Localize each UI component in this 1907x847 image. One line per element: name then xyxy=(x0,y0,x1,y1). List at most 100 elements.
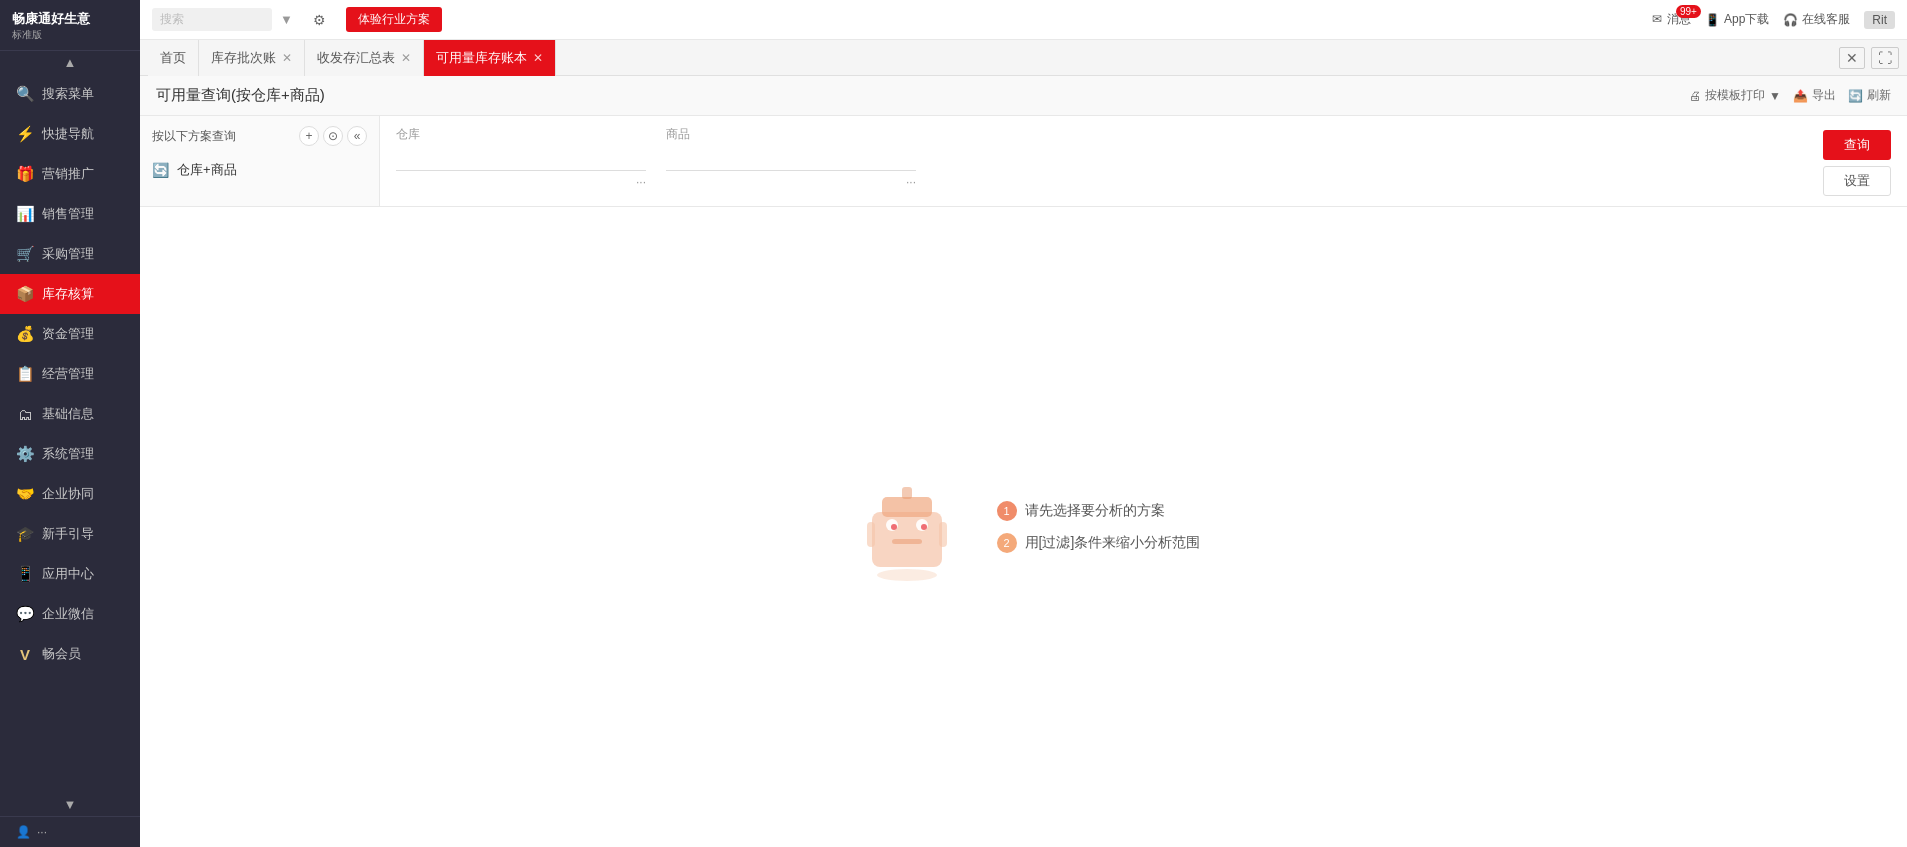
sidebar-scroll-down[interactable]: ▼ xyxy=(0,793,140,816)
main-area: 搜索 ▼ ⚙ 体验行业方案 ✉ 消息 99+ 📱 App下载 🎧 在线客服 Ri… xyxy=(140,0,1907,847)
search-text: 搜索 xyxy=(160,12,184,26)
shortcut-icon: ⚡ xyxy=(16,125,34,143)
tab-inventory-summary-close[interactable]: ✕ xyxy=(401,51,411,65)
search-box: 搜索 xyxy=(152,8,272,31)
print-btn[interactable]: 🖨 按模板打印 ▼ xyxy=(1689,87,1781,104)
svg-rect-9 xyxy=(939,522,947,547)
sales-icon: 📊 xyxy=(16,205,34,223)
sidebar: 畅康通好生意 标准版 ▲ 🔍 搜索菜单 ⚡ 快捷导航 🎁 营销推广 📊 销售管理… xyxy=(0,0,140,847)
sidebar-item-marketing[interactable]: 🎁 营销推广 xyxy=(0,154,140,194)
settings-scheme-btn[interactable]: ⊙ xyxy=(323,126,343,146)
tab-maximize-btn[interactable]: ⛶ xyxy=(1871,47,1899,69)
sidebar-item-wechat[interactable]: 💬 企业微信 xyxy=(0,594,140,634)
header-settings-btn[interactable]: ⚙ xyxy=(301,8,338,32)
sidebar-nav: 🔍 搜索菜单 ⚡ 快捷导航 🎁 营销推广 📊 销售管理 🛒 采购管理 📦 库存核… xyxy=(0,74,140,793)
export-label: 导出 xyxy=(1812,87,1836,104)
headset-icon: 🎧 xyxy=(1783,13,1798,27)
tab-available-ledger[interactable]: 可用量库存账本 ✕ xyxy=(424,40,556,76)
sidebar-label-finance: 资金管理 xyxy=(42,325,94,343)
query-settings-btn[interactable]: 设置 xyxy=(1823,166,1891,196)
sidebar-item-purchase[interactable]: 🛒 采购管理 xyxy=(0,234,140,274)
step2-num: 2 xyxy=(997,533,1017,553)
hint1-text: 请先选择要分析的方案 xyxy=(1025,502,1165,520)
collapse-scheme-btn[interactable]: « xyxy=(347,126,367,146)
page-title-bar: 可用量查询(按仓库+商品) 🖨 按模板打印 ▼ 📤 导出 🔄 刷新 xyxy=(140,76,1907,116)
sidebar-item-base[interactable]: 🗂 基础信息 xyxy=(0,394,140,434)
dropdown-arrow-icon[interactable]: ▼ xyxy=(280,12,293,27)
page-content: 可用量查询(按仓库+商品) 🖨 按模板打印 ▼ 📤 导出 🔄 刷新 xyxy=(140,76,1907,847)
svg-rect-2 xyxy=(902,487,912,499)
sidebar-item-appcenter[interactable]: 📱 应用中心 xyxy=(0,554,140,594)
app-download-label: App下载 xyxy=(1724,11,1769,28)
header-left: 搜索 ▼ ⚙ 体验行业方案 xyxy=(152,7,442,32)
scheme-label: 仓库+商品 xyxy=(177,161,237,179)
tab-available-ledger-close[interactable]: ✕ xyxy=(533,51,543,65)
sidebar-item-operation[interactable]: 📋 经营管理 xyxy=(0,354,140,394)
sidebar-scroll-up[interactable]: ▲ xyxy=(0,51,140,74)
inventory-icon: 📦 xyxy=(16,285,34,303)
refresh-btn[interactable]: 🔄 刷新 xyxy=(1848,87,1891,104)
warehouse-input[interactable] xyxy=(396,147,646,171)
sidebar-item-member[interactable]: V 畅会员 xyxy=(0,634,140,674)
messages-container[interactable]: ✉ 消息 99+ xyxy=(1652,11,1691,28)
hint2-text: 用[过滤]条件来缩小分析范围 xyxy=(1025,534,1201,552)
sidebar-label-member: 畅会员 xyxy=(42,645,81,663)
industry-btn[interactable]: 体验行业方案 xyxy=(346,7,442,32)
sidebar-label-base: 基础信息 xyxy=(42,405,94,423)
sidebar-item-enterprise[interactable]: 🤝 企业协同 xyxy=(0,474,140,514)
svg-point-6 xyxy=(921,524,927,530)
app-version: 标准版 xyxy=(12,28,128,42)
scheme-warehouse-goods[interactable]: 🔄 仓库+商品 xyxy=(140,154,379,186)
page-title: 可用量查询(按仓库+商品) xyxy=(156,86,325,105)
marketing-icon: 🎁 xyxy=(16,165,34,183)
sidebar-item-finance[interactable]: 💰 资金管理 xyxy=(0,314,140,354)
purchase-icon: 🛒 xyxy=(16,245,34,263)
add-scheme-btn[interactable]: + xyxy=(299,126,319,146)
empty-hint-2: 2 用[过滤]条件来缩小分析范围 xyxy=(997,533,1201,553)
sidebar-item-shortcut[interactable]: ⚡ 快捷导航 xyxy=(0,114,140,154)
sidebar-item-inventory[interactable]: 📦 库存核算 xyxy=(0,274,140,314)
sidebar-item-search[interactable]: 🔍 搜索菜单 xyxy=(0,74,140,114)
goods-input[interactable] xyxy=(666,147,916,171)
query-btn[interactable]: 查询 xyxy=(1823,130,1891,160)
sidebar-label-shortcut: 快捷导航 xyxy=(42,125,94,143)
settings-scheme-icon: ⊙ xyxy=(328,129,338,143)
tab-batch-account-close[interactable]: ✕ xyxy=(282,51,292,65)
app-download[interactable]: 📱 App下载 xyxy=(1705,11,1769,28)
print-dropdown-icon: ▼ xyxy=(1769,89,1781,103)
svg-point-5 xyxy=(891,524,897,530)
sidebar-item-system[interactable]: ⚙️ 系统管理 xyxy=(0,434,140,474)
empty-state: 1 请先选择要分析的方案 2 用[过滤]条件来缩小分析范围 xyxy=(140,207,1907,847)
warehouse-field: 仓库 ··· xyxy=(396,126,646,193)
sidebar-item-sales[interactable]: 📊 销售管理 xyxy=(0,194,140,234)
search-icon: 🔍 xyxy=(16,85,34,103)
query-area: 按以下方案查询 + ⊙ « 🔄 仓库+ xyxy=(140,116,1907,207)
goods-label: 商品 xyxy=(666,126,916,143)
query-main: 仓库 ··· 商品 ··· 查询 设置 xyxy=(380,116,1907,206)
tab-home[interactable]: 首页 xyxy=(148,40,199,76)
tab-inventory-summary[interactable]: 收发存汇总表 ✕ xyxy=(305,40,424,76)
newbie-icon: 🎓 xyxy=(16,525,34,543)
tab-batch-account[interactable]: 库存批次账 ✕ xyxy=(199,40,305,76)
wechat-icon: 💬 xyxy=(16,605,34,623)
user-avatar[interactable]: Rit xyxy=(1864,11,1895,29)
goods-more[interactable]: ··· xyxy=(906,175,916,193)
export-btn[interactable]: 📤 导出 xyxy=(1793,87,1836,104)
scheme-header-actions: + ⊙ « xyxy=(299,126,367,146)
message-icon: ✉ xyxy=(1652,12,1662,26)
top-header: 搜索 ▼ ⚙ 体验行业方案 ✉ 消息 99+ 📱 App下载 🎧 在线客服 Ri… xyxy=(140,0,1907,40)
tab-home-label: 首页 xyxy=(160,49,186,67)
empty-hint-1: 1 请先选择要分析的方案 xyxy=(997,501,1201,521)
tab-bar-controls: ✕ ⛶ xyxy=(1839,47,1899,69)
tab-close-btn[interactable]: ✕ xyxy=(1839,47,1865,69)
sidebar-label-marketing: 营销推广 xyxy=(42,165,94,183)
sidebar-user: ··· xyxy=(37,825,47,839)
goods-field: 商品 ··· xyxy=(666,126,916,193)
sidebar-label-operation: 经营管理 xyxy=(42,365,94,383)
sidebar-item-newbie[interactable]: 🎓 新手引导 xyxy=(0,514,140,554)
online-service[interactable]: 🎧 在线客服 xyxy=(1783,11,1850,28)
query-sidebar-header: 按以下方案查询 + ⊙ « xyxy=(140,126,379,154)
warehouse-more[interactable]: ··· xyxy=(636,175,646,193)
finance-icon: 💰 xyxy=(16,325,34,343)
scheme-header-label: 按以下方案查询 xyxy=(152,128,236,145)
